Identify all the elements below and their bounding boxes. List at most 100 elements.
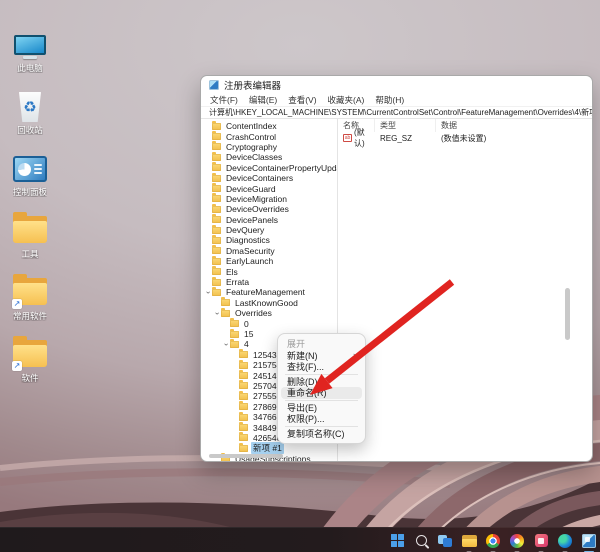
desktop-icon-label: 回收站 bbox=[17, 125, 43, 135]
folder-icon bbox=[212, 227, 221, 234]
registry-editor-icon bbox=[209, 80, 219, 90]
menu-help[interactable]: 帮助(H) bbox=[375, 94, 404, 106]
desktop-icon-folder-tools[interactable]: 工具 bbox=[2, 198, 58, 259]
tree-item[interactable]: LastKnownGood bbox=[201, 298, 337, 308]
tree-item[interactable]: ›FeatureManagement bbox=[201, 287, 337, 297]
window-titlebar[interactable]: 注册表编辑器 bbox=[201, 76, 592, 93]
taskbar-button-file-explorer[interactable] bbox=[461, 533, 477, 549]
tree-item-label: 15 bbox=[242, 329, 255, 339]
folder-icon bbox=[230, 341, 239, 348]
desktop-icon-grid: 此电脑♻回收站控制面板工具↗常用软件↗软件 bbox=[2, 12, 58, 384]
folder-icon bbox=[212, 268, 221, 275]
tree-item-label: ContentIndex bbox=[224, 121, 279, 131]
taskbar-button-task-view[interactable] bbox=[437, 533, 453, 549]
reg-sz-icon: ab bbox=[343, 134, 352, 142]
menu-item-copy-key-name[interactable]: 复制项名称(C) bbox=[281, 428, 362, 440]
address-bar[interactable]: 计算机\HKEY_LOCAL_MACHINE\SYSTEM\CurrentCon… bbox=[201, 106, 592, 119]
photos-icon bbox=[510, 534, 524, 548]
tree-item[interactable]: DeviceOverrides bbox=[201, 204, 337, 214]
tree-item-label: 新项 #1 bbox=[251, 442, 284, 454]
folder-icon bbox=[239, 382, 248, 389]
tree-item-label: DevQuery bbox=[224, 225, 266, 235]
tree-item[interactable]: 新项 #1 bbox=[201, 443, 337, 453]
taskbar-button-photos[interactable] bbox=[509, 533, 525, 549]
taskbar-button-edge[interactable] bbox=[557, 533, 573, 549]
tree-item-label: Diagnostics bbox=[224, 235, 272, 245]
folder-icon bbox=[239, 403, 248, 410]
menu-item-rename[interactable]: 重命名(R) bbox=[281, 387, 362, 399]
value-type: REG_SZ bbox=[375, 134, 436, 143]
menu-item-label: 查找(F)... bbox=[287, 360, 324, 373]
folder-icon bbox=[230, 331, 239, 338]
desktop-icon-folder-apps[interactable]: ↗常用软件 bbox=[2, 260, 58, 321]
menu-item-label: 重命名(R) bbox=[287, 386, 327, 399]
taskbar-button-registry-editor[interactable] bbox=[581, 533, 597, 549]
tree-item[interactable]: ›Overrides bbox=[201, 308, 337, 318]
menu-item-permissions[interactable]: 权限(P)... bbox=[281, 413, 362, 425]
tree-item[interactable]: Cryptography bbox=[201, 142, 337, 152]
tree-item[interactable]: Els bbox=[201, 266, 337, 276]
tree-item[interactable]: DevQuery bbox=[201, 225, 337, 235]
tree-item[interactable]: DeviceContainers bbox=[201, 173, 337, 183]
tree-item-label: LastKnownGood bbox=[233, 298, 300, 308]
this-pc-icon bbox=[11, 27, 49, 63]
registry-value-row[interactable]: ab (默认) REG_SZ (数值未设置) bbox=[338, 132, 592, 144]
folder-icon bbox=[212, 133, 221, 140]
desktop-icon-label: 软件 bbox=[21, 373, 38, 383]
desktop-icon-folder-soft[interactable]: ↗软件 bbox=[2, 322, 58, 383]
registry-values-pane: 名称 类型 数据 ab (默认) REG_SZ (数值未设置) bbox=[338, 119, 592, 461]
folder-icon bbox=[212, 143, 221, 150]
tree-item[interactable]: EarlyLaunch bbox=[201, 256, 337, 266]
folder-icon bbox=[230, 320, 239, 327]
desktop-icon-control-panel[interactable]: 控制面板 bbox=[2, 136, 58, 197]
tree-item-label: DeviceClasses bbox=[224, 152, 284, 162]
tree-item[interactable]: CrashControl bbox=[201, 131, 337, 141]
edge-icon bbox=[558, 534, 572, 548]
tree-item-label: DevicePanels bbox=[224, 215, 280, 225]
folder-icon bbox=[221, 310, 230, 317]
control-panel-icon bbox=[11, 151, 49, 187]
tree-item[interactable]: DeviceContainerPropertyUpda bbox=[201, 163, 337, 173]
tree-item[interactable]: DevicePanels bbox=[201, 215, 337, 225]
tree-item[interactable]: Diagnostics bbox=[201, 235, 337, 245]
menu-item-find[interactable]: 查找(F)... bbox=[281, 361, 362, 373]
taskbar bbox=[0, 527, 600, 552]
tree-item[interactable]: 0 bbox=[201, 318, 337, 328]
tree-item[interactable]: DeviceMigration bbox=[201, 194, 337, 204]
horizontal-scrollbar[interactable] bbox=[209, 454, 283, 458]
tree-item-label: CrashControl bbox=[224, 132, 278, 142]
tree-item-label: 0 bbox=[242, 319, 251, 329]
menu-favorites[interactable]: 收藏夹(A) bbox=[328, 94, 365, 106]
taskbar-button-search[interactable] bbox=[413, 533, 429, 549]
desktop-icon-recycle-bin[interactable]: ♻回收站 bbox=[2, 74, 58, 135]
menu-file[interactable]: 文件(F) bbox=[210, 94, 238, 106]
column-header-data[interactable]: 数据 bbox=[436, 119, 592, 132]
tree-item[interactable]: DmaSecurity bbox=[201, 246, 337, 256]
folder-icon bbox=[239, 393, 248, 400]
folder-icon bbox=[239, 372, 248, 379]
folder-apps-icon: ↗ bbox=[11, 275, 49, 311]
taskbar-button-start[interactable] bbox=[389, 533, 405, 549]
tree-item[interactable]: DeviceClasses bbox=[201, 152, 337, 162]
column-header-type[interactable]: 类型 bbox=[375, 119, 436, 132]
menu-edit[interactable]: 编辑(E) bbox=[249, 94, 277, 106]
start-icon bbox=[391, 534, 404, 547]
tree-item-label: DeviceMigration bbox=[224, 194, 289, 204]
taskbar-button-chrome[interactable] bbox=[485, 533, 501, 549]
registry-editor-window: 注册表编辑器 文件(F) 编辑(E) 查看(V) 收藏夹(A) 帮助(H) 计算机\HK… bbox=[200, 75, 593, 462]
menu-item-label: 复制项名称(C) bbox=[287, 427, 345, 440]
recycle-bin-icon: ♻ bbox=[11, 89, 49, 125]
folder-icon bbox=[239, 362, 248, 369]
desktop-icon-this-pc[interactable]: 此电脑 bbox=[2, 12, 58, 73]
taskbar-button-pink-app[interactable] bbox=[533, 533, 549, 549]
folder-icon bbox=[212, 185, 221, 192]
tree-item[interactable]: Errata bbox=[201, 277, 337, 287]
chevron-right-icon: › bbox=[353, 350, 356, 360]
tree-item-label: DeviceGuard bbox=[224, 184, 278, 194]
tree-item[interactable]: DeviceGuard bbox=[201, 183, 337, 193]
tree-item-label: Overrides bbox=[233, 308, 274, 318]
tree-item[interactable]: ContentIndex bbox=[201, 121, 337, 131]
menu-view[interactable]: 查看(V) bbox=[288, 94, 316, 106]
folder-icon bbox=[212, 289, 221, 296]
folder-icon bbox=[239, 445, 248, 452]
